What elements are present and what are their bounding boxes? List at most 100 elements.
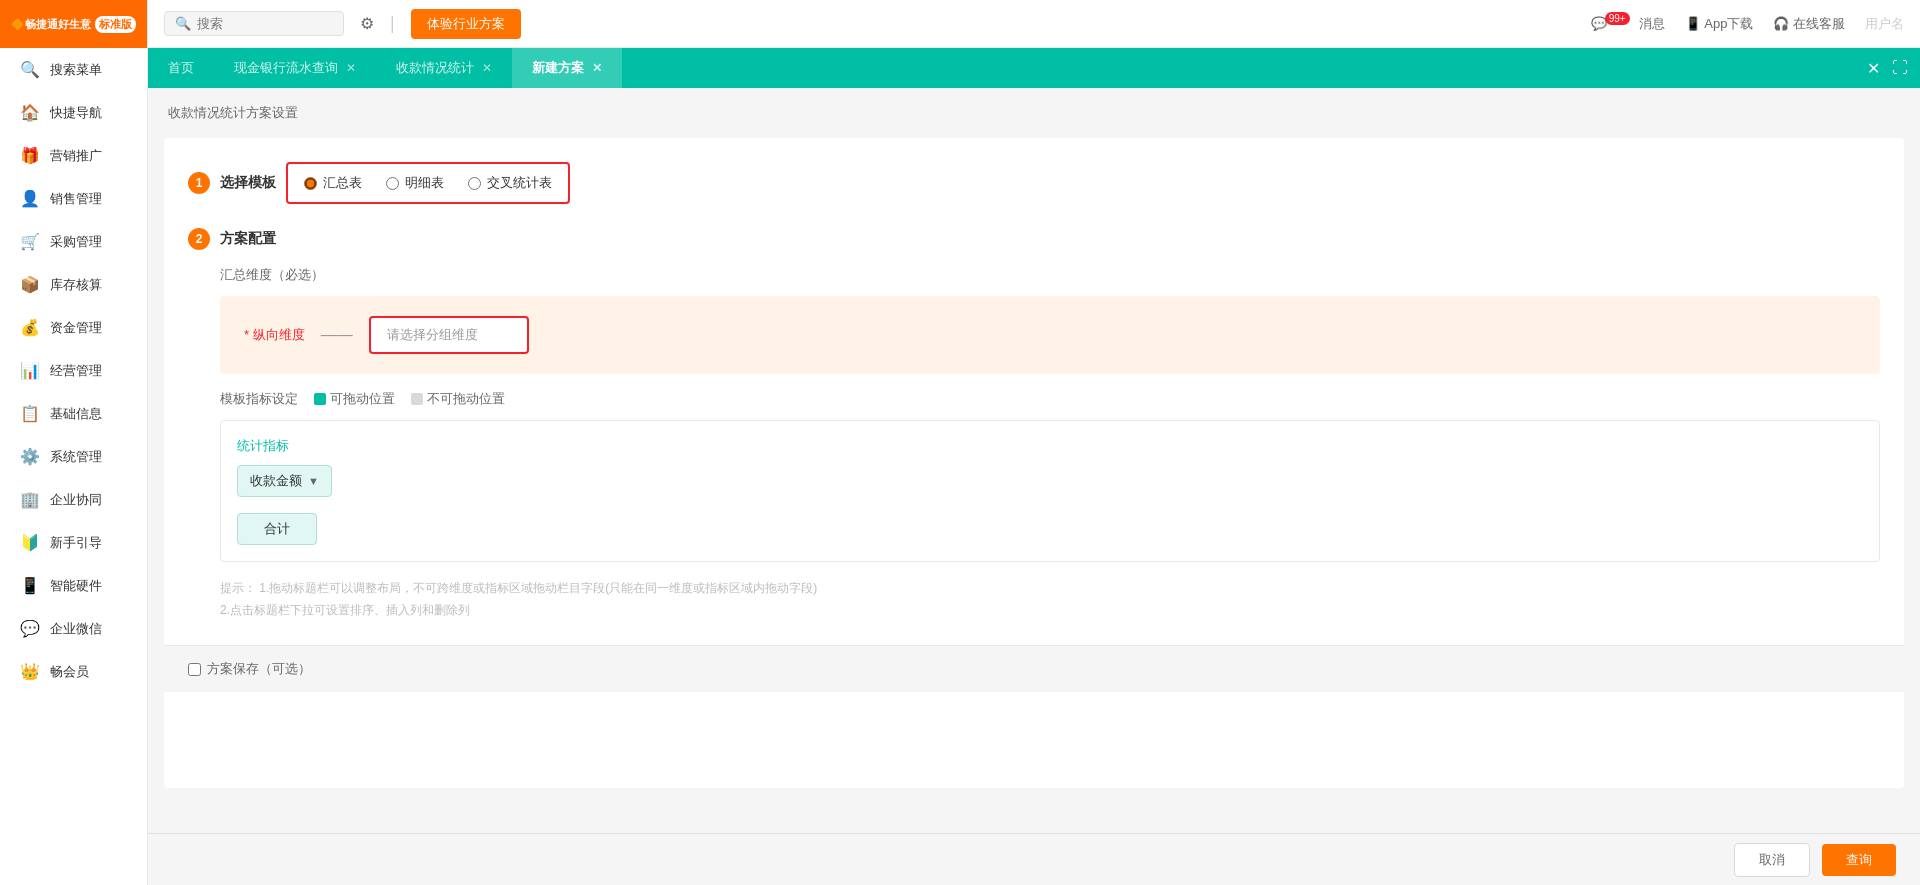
dimension-placeholder: 请选择分组维度	[387, 327, 478, 342]
topbar-right: 💬 99+ 消息 📱 App下载 🎧 在线客服 用户名	[1591, 15, 1904, 33]
tab-cashflow[interactable]: 现金银行流水查询 ✕	[214, 48, 376, 88]
device-icon: 📱	[20, 576, 40, 595]
sidebar-label-sales: 销售管理	[50, 190, 102, 208]
non-draggable-label: 不可拖动位置	[427, 390, 505, 408]
sidebar-label-finance: 资金管理	[50, 319, 102, 337]
sidebar-label-quick-nav: 快捷导航	[50, 104, 102, 122]
metrics-title: 模板指标设定	[220, 390, 298, 408]
money-icon: 💰	[20, 318, 40, 337]
sidebar-item-inventory[interactable]: 📦 库存核算	[0, 263, 147, 306]
search-box[interactable]: 🔍	[164, 11, 344, 36]
download-label: App下载	[1704, 16, 1753, 31]
step2-section: 2 方案配置 汇总维度（必选） * 纵向维度 —— 请选择分组维度	[188, 228, 1880, 621]
draggable-indicator: 可拖动位置	[314, 390, 395, 408]
tab-maximize-icon[interactable]: ⛶	[1892, 59, 1908, 77]
sidebar-label-basic: 基础信息	[50, 405, 102, 423]
tab-close-icon[interactable]: ✕	[1867, 59, 1880, 78]
settings-icon[interactable]: ⚙	[360, 14, 374, 33]
sidebar-item-system[interactable]: ⚙️ 系统管理	[0, 435, 147, 478]
dimension-select[interactable]: 请选择分组维度	[369, 316, 529, 354]
query-button[interactable]: 查询	[1822, 844, 1896, 876]
metric-subtag-total[interactable]: 合计	[237, 513, 317, 545]
crown-icon: 👑	[20, 662, 40, 681]
notification-count: 99+	[1605, 12, 1630, 25]
radio-detail-input[interactable]	[386, 177, 399, 190]
sidebar-label-marketing: 营销推广	[50, 147, 102, 165]
sidebar-label-purchase: 采购管理	[50, 233, 102, 251]
gift-icon: 🎁	[20, 146, 40, 165]
non-draggable-indicator: 不可拖动位置	[411, 390, 505, 408]
clipboard-icon: 📋	[20, 404, 40, 423]
dimension-row: * 纵向维度 —— 请选择分组维度	[244, 316, 1856, 354]
sidebar-item-sales[interactable]: 👤 销售管理	[0, 177, 147, 220]
step1-title: 选择模板	[220, 174, 276, 192]
save-label: 方案保存（可选）	[207, 660, 311, 678]
sidebar-label-wechat: 企业微信	[50, 620, 102, 638]
search-input[interactable]	[197, 16, 327, 31]
wechat-icon: 💬	[20, 619, 40, 638]
cancel-button[interactable]: 取消	[1734, 843, 1810, 877]
radio-summary-input[interactable]	[304, 177, 317, 190]
metrics-row: 收款金额 ▼	[237, 465, 1863, 497]
support-label: 在线客服	[1793, 16, 1845, 31]
sidebar-label-inventory: 库存核算	[50, 276, 102, 294]
notification-label: 消息	[1639, 16, 1665, 31]
radio-summary[interactable]: 汇总表	[304, 174, 362, 192]
tip-2: 2.点击标题栏下拉可设置排序、插入列和删除列	[220, 600, 1880, 622]
topbar: 🔍 ⚙ | 体验行业方案 💬 99+ 消息 📱 App下载 🎧 在线客服 用户名	[148, 0, 1920, 48]
tab-new-plan[interactable]: 新建方案 ✕	[512, 48, 622, 88]
radio-summary-label: 汇总表	[323, 174, 362, 192]
gear-icon: ⚙️	[20, 447, 40, 466]
sidebar-item-guide[interactable]: 🔰 新手引导	[0, 521, 147, 564]
dimension-title: 汇总维度（必选）	[220, 266, 1880, 284]
app-logo: 🔶 畅捷通好生意 标准版	[0, 0, 147, 48]
tab-receipts-label: 收款情况统计	[396, 59, 474, 77]
radio-detail[interactable]: 明细表	[386, 174, 444, 192]
sidebar-item-member[interactable]: 👑 畅会员	[0, 650, 147, 693]
tab-cashflow-label: 现金银行流水查询	[234, 59, 338, 77]
notification-area[interactable]: 💬 99+ 消息	[1591, 15, 1665, 33]
user-name[interactable]: 用户名	[1865, 15, 1904, 33]
sidebar-item-finance[interactable]: 💰 资金管理	[0, 306, 147, 349]
sidebar-item-wechat[interactable]: 💬 企业微信	[0, 607, 147, 650]
sidebar-item-search[interactable]: 🔍 搜索菜单	[0, 48, 147, 91]
sidebar-label-search: 搜索菜单	[50, 61, 102, 79]
radio-cross-label: 交叉统计表	[487, 174, 552, 192]
sidebar-item-enterprise[interactable]: 🏢 企业协同	[0, 478, 147, 521]
radio-detail-label: 明细表	[405, 174, 444, 192]
sidebar-label-enterprise: 企业协同	[50, 491, 102, 509]
sidebar-item-basic[interactable]: 📋 基础信息	[0, 392, 147, 435]
tab-cashflow-close[interactable]: ✕	[346, 61, 356, 75]
tab-home-label: 首页	[168, 59, 194, 77]
sidebar-item-hardware[interactable]: 📱 智能硬件	[0, 564, 147, 607]
step1-num: 1	[188, 172, 210, 194]
tabbar: 首页 现金银行流水查询 ✕ 收款情况统计 ✕ 新建方案 ✕ ✕ ⛶	[148, 48, 1920, 88]
save-checkbox[interactable]	[188, 663, 201, 676]
tab-new-plan-close[interactable]: ✕	[592, 61, 602, 75]
building-icon: 🏢	[20, 490, 40, 509]
save-option[interactable]: 方案保存（可选）	[188, 660, 311, 678]
tab-receipts[interactable]: 收款情况统计 ✕	[376, 48, 512, 88]
radio-cross[interactable]: 交叉统计表	[468, 174, 552, 192]
step1-section: 1 选择模板 汇总表 明细表 交叉统计表	[188, 162, 1880, 204]
metric-subtag-label: 合计	[264, 520, 290, 538]
logo-icon: 🔶	[11, 18, 25, 31]
non-drag-dot-icon	[411, 393, 423, 405]
metric-tag-amount[interactable]: 收款金额 ▼	[237, 465, 332, 497]
sidebar-label-guide: 新手引导	[50, 534, 102, 552]
dimension-area: * 纵向维度 —— 请选择分组维度	[220, 296, 1880, 374]
support-area[interactable]: 🎧 在线客服	[1773, 15, 1845, 33]
drag-dot-icon	[314, 393, 326, 405]
sidebar-item-quick-nav[interactable]: 🏠 快捷导航	[0, 91, 147, 134]
sidebar-item-purchase[interactable]: 🛒 采购管理	[0, 220, 147, 263]
dimension-config: 汇总维度（必选） * 纵向维度 —— 请选择分组维度 模板指标设定	[220, 266, 1880, 621]
sidebar-item-marketing[interactable]: 🎁 营销推广	[0, 134, 147, 177]
radio-cross-input[interactable]	[468, 177, 481, 190]
metric-tag-label: 收款金额	[250, 472, 302, 490]
sidebar-item-operation[interactable]: 📊 经营管理	[0, 349, 147, 392]
download-area[interactable]: 📱 App下载	[1685, 15, 1753, 33]
tab-home[interactable]: 首页	[148, 48, 214, 88]
home-icon: 🏠	[20, 103, 40, 122]
tab-receipts-close[interactable]: ✕	[482, 61, 492, 75]
industry-btn[interactable]: 体验行业方案	[411, 9, 521, 39]
